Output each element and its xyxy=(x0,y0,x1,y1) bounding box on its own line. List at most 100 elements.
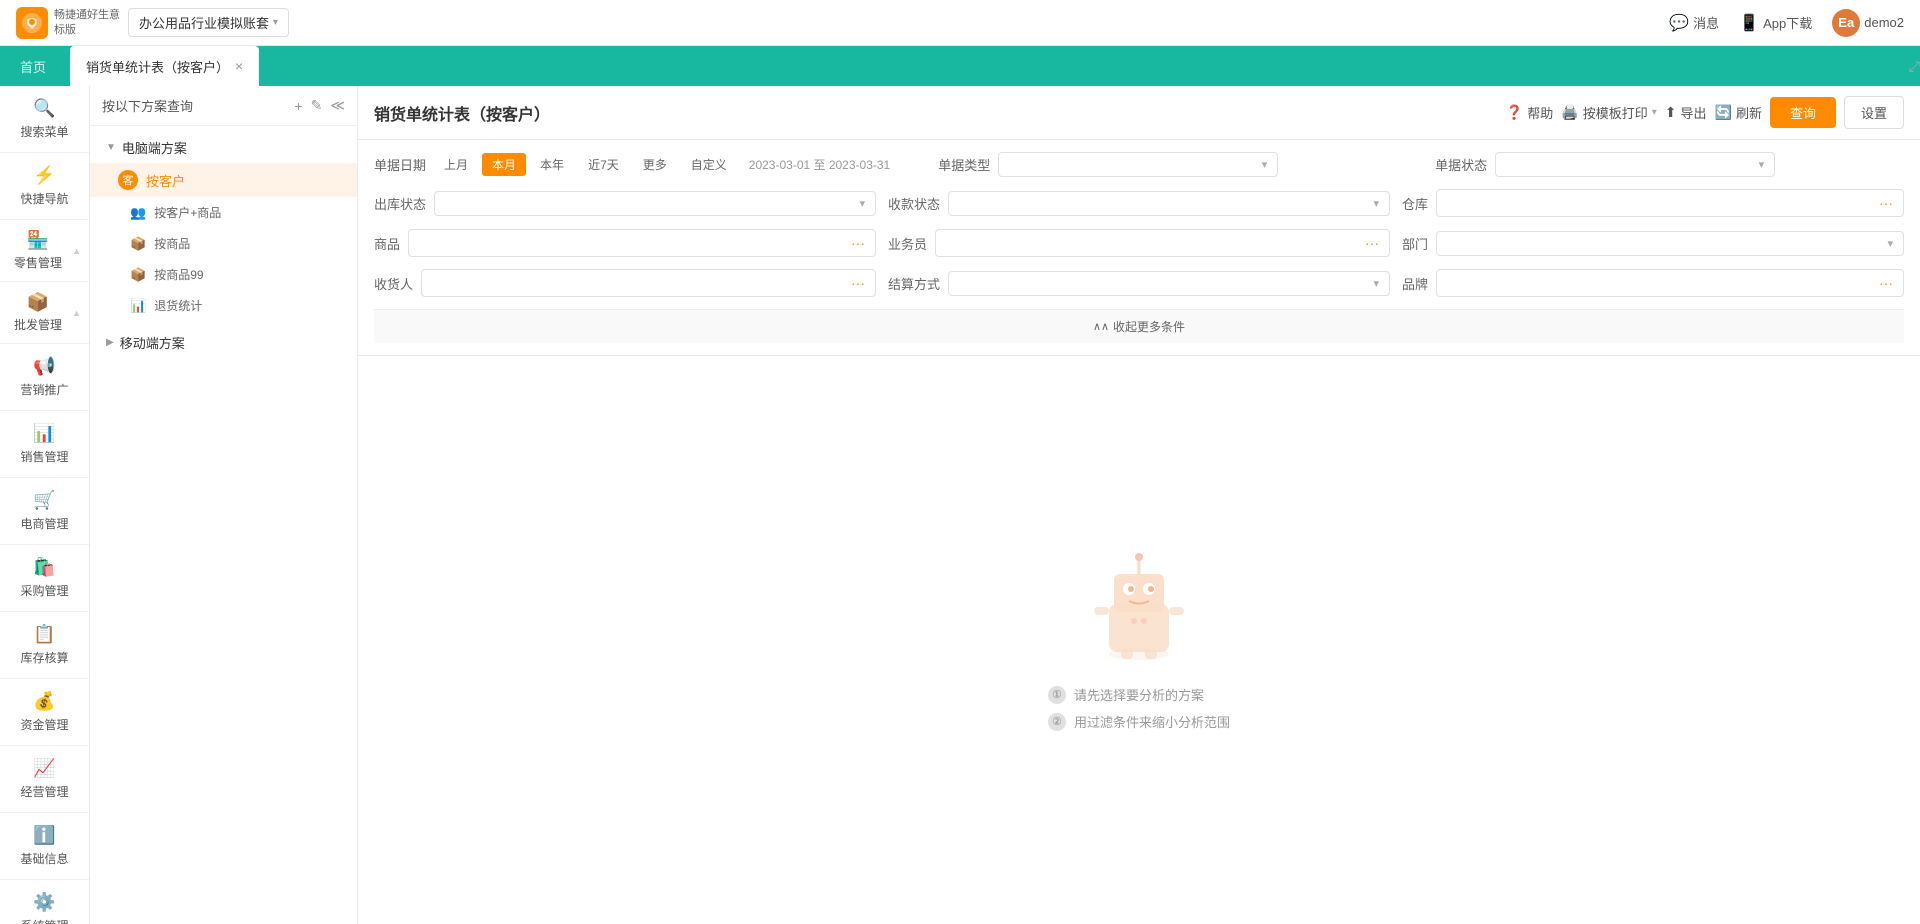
doc-status-input[interactable]: ▾ xyxy=(1495,152,1775,177)
marketing-label: 营销推广 xyxy=(20,381,68,398)
add-plan-icon[interactable]: + xyxy=(294,98,302,114)
retail-arrow-icon: ▲ xyxy=(72,246,81,256)
out-status-input[interactable]: ▾ xyxy=(434,191,876,216)
doc-type-arrow-icon: ▾ xyxy=(1262,158,1268,171)
receipt-status-arrow-icon: ▾ xyxy=(1373,197,1379,210)
department-input[interactable]: ▾ xyxy=(1436,231,1904,256)
doc-status-arrow-icon: ▾ xyxy=(1759,158,1765,171)
retail-icon: 🏪 xyxy=(27,230,49,251)
query-button[interactable]: 查询 xyxy=(1770,97,1836,128)
sidebar-item-inventory[interactable]: 📋 库存核算 xyxy=(0,612,89,679)
app-download-button[interactable]: 📱 App下载 xyxy=(1739,13,1812,33)
goods-field: 商品 ··· xyxy=(374,229,876,257)
app-selector-chevron-icon: ▾ xyxy=(273,17,278,28)
hint-2-text: 用过滤条件来缩小分析范围 xyxy=(1074,712,1230,731)
date-tab-this-month[interactable]: 本月 xyxy=(482,153,526,176)
brand-label: 品牌 xyxy=(1402,274,1428,293)
plan-item-by-customer[interactable]: 客 按客户 xyxy=(90,163,357,197)
main-content: 销货单统计表（按客户） ❓ 帮助 🖨️ 按模板打印 ▾ ⬆ 导出 xyxy=(358,86,1920,924)
recipient-input[interactable]: ··· xyxy=(421,269,876,297)
pc-group-header[interactable]: ▼ 电脑端方案 xyxy=(90,132,357,163)
filter-sidebar-title: 按以下方案查询 xyxy=(102,96,193,115)
salesperson-label: 业务员 xyxy=(888,234,927,253)
sidebar-item-retail[interactable]: 🏪 零售管理 ▲ xyxy=(0,220,89,282)
plan-subitem-refund-stats[interactable]: 📊 退货统计 xyxy=(90,290,357,321)
plan-subitem-by-goods99[interactable]: 📦 按商品99 xyxy=(90,259,357,290)
sidebar-item-basic-info[interactable]: ℹ️ 基础信息 xyxy=(0,813,89,880)
plan-subitem-label: 按商品 xyxy=(154,235,190,252)
user-profile[interactable]: Ea demo2 xyxy=(1832,9,1904,37)
sidebar-item-quick-nav[interactable]: ⚡ 快捷导航 xyxy=(0,153,89,220)
sidebar-item-operations[interactable]: 📈 经营管理 xyxy=(0,746,89,813)
inventory-icon: 📋 xyxy=(33,624,55,645)
doc-type-input[interactable]: ▾ xyxy=(998,152,1278,177)
tab-active-label: 销货单统计表（按客户） xyxy=(86,57,229,76)
message-icon: 💬 xyxy=(1669,13,1689,33)
message-label: 消息 xyxy=(1693,13,1719,32)
by-customer-goods-icon: 👥 xyxy=(130,205,146,221)
top-right-actions: ❓ 帮助 🖨️ 按模板打印 ▾ ⬆ 导出 🔄 刷新 xyxy=(1506,96,1904,129)
sidebar-item-finance[interactable]: 💰 资金管理 xyxy=(0,679,89,746)
sidebar-item-ecommerce[interactable]: 🛒 电商管理 xyxy=(0,478,89,545)
by-goods99-icon: 📦 xyxy=(130,267,146,283)
warehouse-input[interactable]: ··· xyxy=(1436,189,1904,217)
sidebar-item-search-menu[interactable]: 🔍 搜索菜单 xyxy=(0,86,89,153)
refresh-button[interactable]: 🔄 刷新 xyxy=(1715,103,1762,122)
settlement-input[interactable]: ▾ xyxy=(948,271,1390,296)
plan-subitem-by-goods[interactable]: 📦 按商品 xyxy=(90,228,357,259)
filter-header-actions: + ✎ ≪ xyxy=(294,97,345,114)
tab-active[interactable]: 销货单统计表（按客户） × xyxy=(70,46,259,86)
finance-label: 资金管理 xyxy=(20,716,68,733)
date-tab-last-month[interactable]: 上月 xyxy=(434,153,478,176)
tab-home-label: 首页 xyxy=(20,57,46,76)
receipt-status-label: 收款状态 xyxy=(888,194,940,213)
print-icon: 🖨️ xyxy=(1561,104,1578,121)
sidebar-item-label: 搜索菜单 xyxy=(20,123,68,140)
export-button[interactable]: ⬆ 导出 xyxy=(1665,103,1707,122)
brand-input[interactable]: ··· xyxy=(1436,269,1904,297)
plan-subitem-by-customer-goods[interactable]: 👥 按客户+商品 xyxy=(90,197,357,228)
retail-label: 零售管理 xyxy=(14,254,62,271)
date-tab-more[interactable]: 更多 xyxy=(633,153,677,176)
date-tab-this-year[interactable]: 本年 xyxy=(530,153,574,176)
sidebar-item-purchase[interactable]: 🛍️ 采购管理 xyxy=(0,545,89,612)
ecommerce-label: 电商管理 xyxy=(20,515,68,532)
filter-row-4: 收货人 ··· 结算方式 ▾ 品牌 xyxy=(374,269,1904,297)
operations-icon: 📈 xyxy=(33,758,55,779)
receipt-status-input[interactable]: ▾ xyxy=(948,191,1390,216)
tab-close-icon[interactable]: × xyxy=(235,59,243,73)
app-logo-icon xyxy=(16,7,48,39)
nav-right: 💬 消息 📱 App下载 Ea demo2 xyxy=(1669,9,1904,37)
mobile-group-header[interactable]: ▶ 移动端方案 xyxy=(90,327,357,358)
warehouse-more-icon: ··· xyxy=(1879,195,1893,211)
brand-more-icon: ··· xyxy=(1879,275,1893,291)
collapse-bar[interactable]: ∧∧ 收起更多条件 xyxy=(374,309,1904,343)
department-label: 部门 xyxy=(1402,234,1428,253)
goods-input[interactable]: ··· xyxy=(408,229,876,257)
sidebar-item-wholesale[interactable]: 📦 批发管理 ▲ xyxy=(0,282,89,344)
by-customer-circle-icon: 客 xyxy=(118,170,138,190)
settings-button[interactable]: 设置 xyxy=(1844,96,1904,129)
tab-bar: 首页 销货单统计表（按客户） × ⤢ xyxy=(0,46,1920,86)
sidebar-item-marketing[interactable]: 📢 营销推广 xyxy=(0,344,89,411)
sidebar-item-system[interactable]: ⚙️ 系统管理 xyxy=(0,880,89,924)
app-selector[interactable]: 办公用品行业模拟账套 ▾ xyxy=(128,8,289,37)
sales-icon: 📊 xyxy=(33,423,55,444)
date-tab-last-7-days[interactable]: 近7天 xyxy=(578,153,629,176)
collapse-sidebar-icon[interactable]: ≪ xyxy=(330,97,345,114)
template-print-button[interactable]: 🖨️ 按模板打印 ▾ xyxy=(1561,103,1656,122)
help-button[interactable]: ❓ 帮助 xyxy=(1506,103,1553,122)
message-button[interactable]: 💬 消息 xyxy=(1669,13,1719,33)
edit-plan-icon[interactable]: ✎ xyxy=(311,97,323,114)
download-icon: 📱 xyxy=(1739,13,1759,33)
inventory-label: 库存核算 xyxy=(20,649,68,666)
date-tab-custom[interactable]: 自定义 xyxy=(681,153,737,176)
plan-subitem-label: 按商品99 xyxy=(154,266,203,283)
template-print-label: 按模板打印 xyxy=(1583,103,1648,122)
sidebar-item-sales[interactable]: 📊 销售管理 xyxy=(0,411,89,478)
filter-area: 单据日期 上月 本月 本年 近7天 更多 自定义 2023-03-01 至 20… xyxy=(358,140,1920,356)
refresh-label: 刷新 xyxy=(1736,103,1762,122)
salesperson-input[interactable]: ··· xyxy=(935,229,1390,257)
tab-maximize-icon[interactable]: ⤢ xyxy=(1909,58,1920,75)
tab-home[interactable]: 首页 xyxy=(0,46,66,86)
